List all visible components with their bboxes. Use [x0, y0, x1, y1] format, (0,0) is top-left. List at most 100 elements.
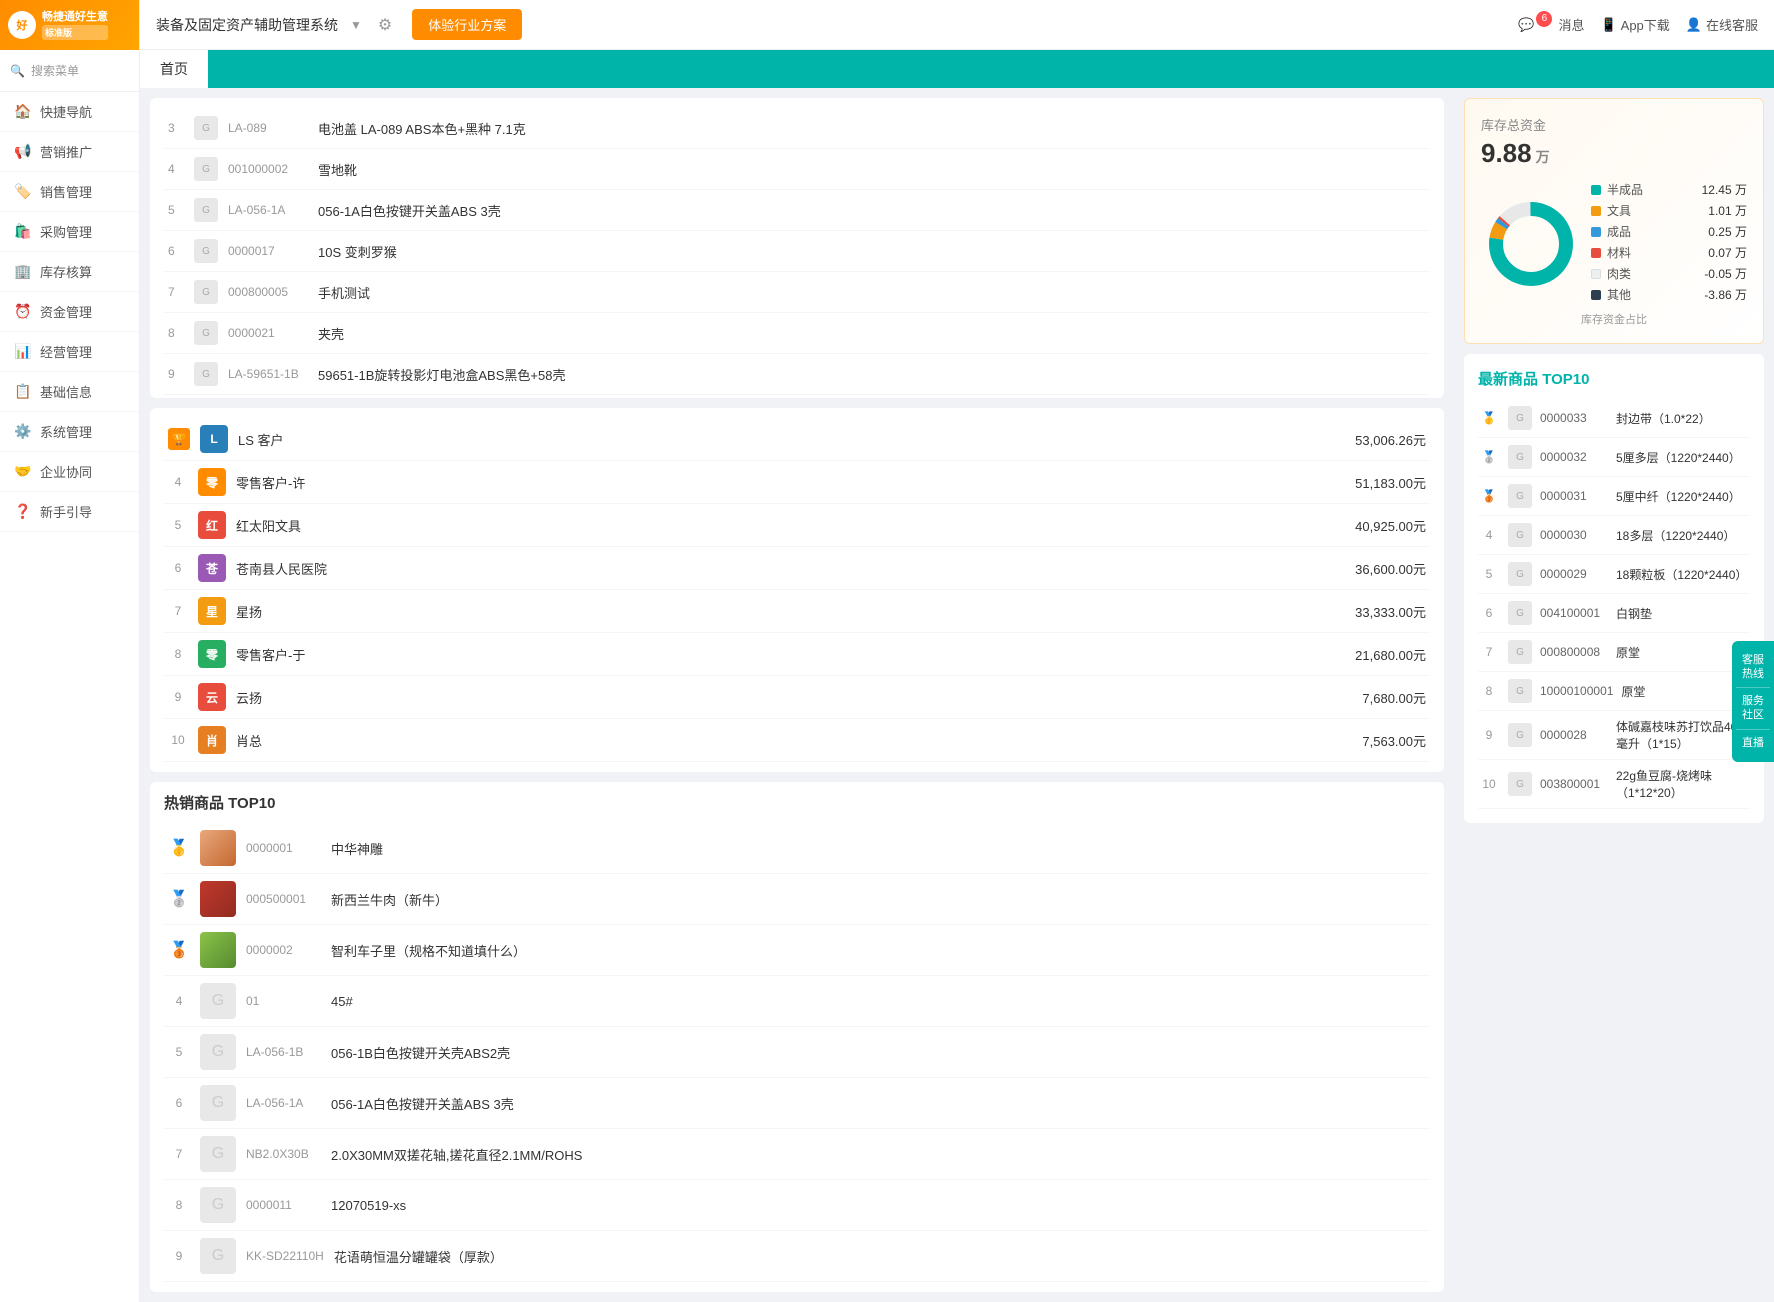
- product-list-item: 8 G 0000021 夹壳: [164, 313, 1430, 354]
- home-icon: 🏠: [14, 103, 32, 121]
- hot-product-img: G: [200, 1136, 236, 1172]
- sidebar-item-label: 销售管理: [40, 182, 92, 201]
- sidebar-item-purchase[interactable]: 🛍️ 采购管理: [0, 212, 139, 252]
- hot-product-img: G: [200, 1238, 236, 1274]
- customer-amount: 36,600.00元: [1355, 559, 1426, 578]
- operations-icon: 📊: [14, 343, 32, 361]
- customer-avatar: 零: [198, 640, 226, 668]
- hot-name: 12070519-xs: [331, 1198, 1426, 1213]
- messages-button[interactable]: 💬 6 消息: [1518, 15, 1584, 34]
- sidebar-item-quicknav[interactable]: 🏠 快捷导航: [0, 92, 139, 132]
- sidebar-item-sales[interactable]: 🏷️ 销售管理: [0, 172, 139, 212]
- newest-name: 白钢垫: [1616, 605, 1750, 622]
- topbar: 装备及固定资产辅助管理系统 ▼ ⚙ 体验行业方案 💬 6 消息 📱 App下载 …: [140, 0, 1774, 50]
- product-img: G: [194, 198, 218, 222]
- rank-num: 6: [168, 244, 184, 258]
- sidebar-item-system[interactable]: ⚙️ 系统管理: [0, 412, 139, 452]
- newest-product-img: G: [1508, 772, 1532, 796]
- rank-num: 🥉: [1478, 489, 1500, 503]
- product-name: 手机测试: [318, 283, 370, 302]
- support-community[interactable]: 服务社区: [1740, 690, 1766, 727]
- inventory-chart-area: 半成品 12.45 万 文具 1.01 万 成品 0.25 万: [1481, 181, 1747, 307]
- rank-num: 🥈: [1478, 450, 1500, 464]
- sidebar-item-guide[interactable]: ❓ 新手引导: [0, 492, 139, 532]
- newest-item: 10 G 003800001 22g鱼豆腐-烧烤味（1*12*20）: [1478, 760, 1750, 809]
- sales-icon: 🏷️: [14, 183, 32, 201]
- img-placeholder: [200, 830, 236, 866]
- app-download-label: App下载: [1621, 15, 1670, 34]
- product-img: G: [194, 362, 218, 386]
- inventory-amount-display: 9.88万: [1481, 138, 1747, 169]
- customer-ranking-section: 🏆 L LS 客户 53,006.26元 4 零 零售客户-许 51,183.0…: [150, 408, 1444, 772]
- customer-amount: 53,006.26元: [1355, 430, 1426, 449]
- support-live[interactable]: 直播: [1740, 732, 1766, 754]
- newest-product-img: G: [1508, 406, 1532, 430]
- product-name: 056-1A白色按键开关盖ABS 3壳: [318, 201, 501, 220]
- sidebar-item-basic-info[interactable]: 📋 基础信息: [0, 372, 139, 412]
- legend-value: -0.05 万: [1704, 265, 1747, 282]
- product-name: 59651-1B旋转投影灯电池盒ABS黑色+58壳: [318, 365, 565, 384]
- rank-num: 8: [168, 1198, 190, 1212]
- customer-name: 红太阳文具: [236, 516, 1345, 535]
- sidebar-nav: 🏠 快捷导航 📢 营销推广 🏷️ 销售管理 🛍️ 采购管理 🏢 库存核算 ⏰ 资…: [0, 92, 139, 1302]
- product-code: LA-59651-1B: [228, 367, 308, 381]
- trial-button[interactable]: 体验行业方案: [412, 9, 522, 40]
- newest-code: 0000029: [1540, 567, 1608, 581]
- newest-code: 0000033: [1540, 411, 1608, 425]
- purchase-icon: 🛍️: [14, 223, 32, 241]
- rank-num: 3: [168, 121, 184, 135]
- legend-color: [1591, 248, 1601, 258]
- hot-code: 0000002: [246, 943, 321, 957]
- search-menu-button[interactable]: 🔍 搜索菜单: [10, 58, 129, 83]
- rank-num: 5: [1478, 567, 1500, 581]
- divider: [1736, 687, 1770, 688]
- customer-amount: 40,925.00元: [1355, 516, 1426, 535]
- product-list-item: 6 G 0000017 10S 变刺罗猴: [164, 231, 1430, 272]
- hot-code: 000500001: [246, 892, 321, 906]
- legend-item: 材料 0.07 万: [1591, 244, 1747, 261]
- app-download-button[interactable]: 📱 App下载: [1600, 15, 1669, 34]
- rank-num: 10: [168, 733, 188, 747]
- settings-icon[interactable]: ⚙: [378, 15, 392, 35]
- rank-num: 9: [168, 1249, 190, 1263]
- sidebar-item-operations[interactable]: 📊 经营管理: [0, 332, 139, 372]
- support-hotline[interactable]: 客服热线: [1740, 649, 1766, 686]
- online-service-button[interactable]: 👤 在线客服: [1686, 15, 1758, 34]
- rank-num: 4: [168, 162, 184, 176]
- newest-code: 0000030: [1540, 528, 1608, 542]
- newest-item: 🥉 G 0000031 5厘中纤（1220*2440）: [1478, 477, 1750, 516]
- inventory-title: 库存总资金: [1481, 115, 1747, 134]
- hot-item: 8 G 0000011 12070519-xs: [164, 1180, 1430, 1231]
- dropdown-icon[interactable]: ▼: [350, 18, 362, 32]
- newest-name: 5厘多层（1220*2440）: [1616, 449, 1750, 466]
- product-code: 0000021: [228, 326, 308, 340]
- sidebar-item-label: 企业协同: [40, 462, 92, 481]
- inventory-chart-label: 库存资金占比: [1481, 311, 1747, 327]
- hot-code: LA-056-1B: [246, 1045, 321, 1059]
- sidebar-item-cooperation[interactable]: 🤝 企业协同: [0, 452, 139, 492]
- sidebar-item-label: 系统管理: [40, 422, 92, 441]
- ranking-row: 7 星 星扬 33,333.00元: [164, 590, 1430, 633]
- product-list-item: 3 G LA-089 电池盖 LA-089 ABS本色+黑种 7.1克: [164, 108, 1430, 149]
- ranking-row: 9 云 云扬 7,680.00元: [164, 676, 1430, 719]
- newest-product-img: G: [1508, 640, 1532, 664]
- guide-icon: ❓: [14, 503, 32, 521]
- customer-name: 肖总: [236, 731, 1352, 750]
- newest-name: 原堂: [1621, 683, 1750, 700]
- sidebar-item-finance[interactable]: ⏰ 资金管理: [0, 292, 139, 332]
- nav-tabs: 首页: [140, 50, 1774, 88]
- tab-home[interactable]: 首页: [140, 50, 208, 88]
- customer-avatar: 零: [198, 468, 226, 496]
- hot-product-img: [200, 881, 236, 917]
- product-code: 0000017: [228, 244, 308, 258]
- topbar-right: 💬 6 消息 📱 App下载 👤 在线客服: [1518, 15, 1758, 34]
- support-float-button[interactable]: 客服热线 服务社区 直播: [1732, 641, 1774, 762]
- product-code: 000800005: [228, 285, 308, 299]
- hot-products-title: 热销商品 TOP10: [164, 792, 1430, 813]
- sidebar-item-inventory[interactable]: 🏢 库存核算: [0, 252, 139, 292]
- customer-avatar: 红: [198, 511, 226, 539]
- newest-item: 🥇 G 0000033 封边带（1.0*22）: [1478, 399, 1750, 438]
- ranking-row: 8 零 零售客户-于 21,680.00元: [164, 633, 1430, 676]
- sidebar-item-marketing[interactable]: 📢 营销推广: [0, 132, 139, 172]
- customer-amount: 7,563.00元: [1362, 731, 1426, 750]
